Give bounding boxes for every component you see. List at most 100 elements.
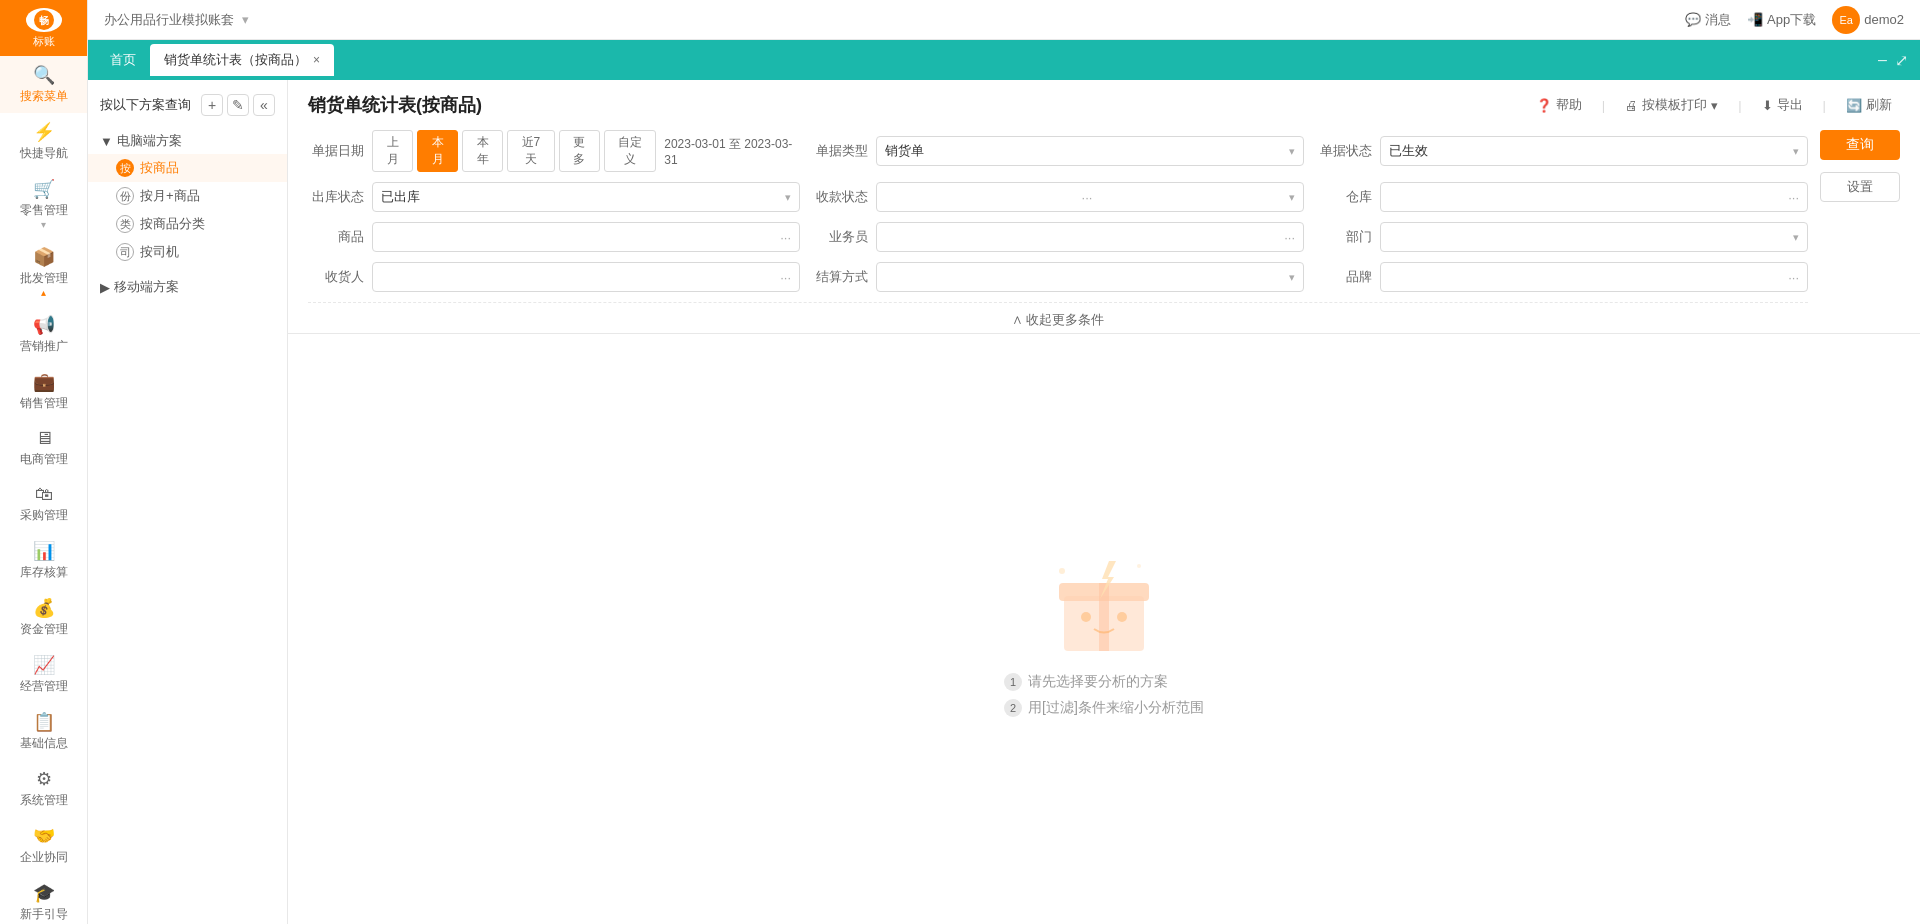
app-download-icon: 📲 [1747, 12, 1763, 27]
empty-tip-2: 2 用[过滤]条件来缩小分析范围 [1004, 699, 1204, 717]
filter-row-1: 单据日期 上月 本月 本年 近7天 更多 自定义 2023-03-01 至 20… [308, 130, 1808, 172]
scheme-item-by-month-product[interactable]: 份 按月+商品 [88, 182, 287, 210]
sidebar-item-quick-nav[interactable]: ⚡ 快捷导航 [0, 113, 87, 170]
page-title-row: 销货单统计表(按商品) ❓ 帮助 | 🖨 按模板打印 ▾ | [308, 92, 1900, 118]
template-print-btn[interactable]: 🖨 按模板打印 ▾ [1617, 92, 1726, 118]
receiver-control[interactable]: ··· [372, 262, 800, 292]
tab-close-icon[interactable]: × [313, 53, 320, 67]
sidebar-item-inventory[interactable]: 📊 库存核算 [0, 532, 87, 589]
divider3: | [1823, 98, 1826, 113]
ecommerce-icon: 🖥 [35, 428, 53, 449]
sidebar-item-wholesale[interactable]: 📦 批发管理 ▴ [0, 238, 87, 306]
basic-icon: 📋 [33, 711, 55, 733]
collapse-scheme-btn[interactable]: « [253, 94, 275, 116]
date-btn-this-year[interactable]: 本年 [462, 130, 503, 172]
inventory-icon: 📊 [33, 540, 55, 562]
out-status-control[interactable]: 已出库 ▾ [372, 182, 800, 212]
doc-status-control[interactable]: 已生效 ▾ [1380, 136, 1808, 166]
header-left: 办公用品行业模拟账套 ▾ [104, 11, 249, 29]
warehouse-label: 仓库 [1316, 188, 1372, 206]
warehouse-dots[interactable]: ··· [1788, 190, 1799, 205]
filter-warehouse: 仓库 ··· [1316, 182, 1808, 212]
tab-active[interactable]: 销货单统计表（按商品） × [150, 44, 334, 76]
tab-home[interactable]: 首页 [96, 44, 150, 76]
quick-nav-icon: ⚡ [33, 121, 55, 143]
sidebar-item-sales[interactable]: 💼 销售管理 [0, 363, 87, 420]
filter-area: 单据日期 上月 本月 本年 近7天 更多 自定义 2023-03-01 至 20… [308, 130, 1900, 333]
date-btn-7days[interactable]: 近7天 [507, 130, 554, 172]
date-btn-last-month[interactable]: 上月 [372, 130, 413, 172]
query-btn[interactable]: 查询 [1820, 130, 1900, 160]
scheme-item-by-cashier[interactable]: 司 按司机 [88, 238, 287, 266]
settings-btn[interactable]: 设置 [1820, 172, 1900, 202]
maximize-btn[interactable]: ⤢ [1895, 51, 1908, 70]
collect-status-dots[interactable]: ··· [1082, 190, 1093, 205]
collect-status-control[interactable]: ··· ▾ [876, 182, 1304, 212]
salesperson-control[interactable]: ··· [876, 222, 1304, 252]
dept-arrow: ▾ [1793, 231, 1799, 244]
warehouse-control[interactable]: ··· [1380, 182, 1808, 212]
refresh-btn[interactable]: 🔄 刷新 [1838, 92, 1900, 118]
settlement-control[interactable]: ▾ [876, 262, 1304, 292]
search-icon: 🔍 [33, 64, 55, 86]
expand-mobile-icon: ▶ [100, 280, 110, 295]
svg-point-9 [1137, 564, 1141, 568]
operations-icon: 📈 [33, 654, 55, 676]
doc-type-control[interactable]: 销货单 ▾ [876, 136, 1304, 166]
add-scheme-btn[interactable]: + [201, 94, 223, 116]
brand-control[interactable]: ··· [1380, 262, 1808, 292]
sidebar-item-system[interactable]: ⚙ 系统管理 [0, 760, 87, 817]
app-download-btn[interactable]: 📲 App下载 [1747, 11, 1816, 29]
wholesale-icon: 📦 [33, 246, 55, 268]
logo-icon: 畅 [26, 8, 62, 32]
sidebar-item-purchase[interactable]: 🛍 采购管理 [0, 476, 87, 532]
sidebar-item-finance[interactable]: 💰 资金管理 [0, 589, 87, 646]
dropdown-icon[interactable]: ▾ [242, 12, 249, 27]
export-btn[interactable]: ⬇ 导出 [1754, 92, 1811, 118]
filter-settlement: 结算方式 ▾ [812, 262, 1304, 292]
minimize-btn[interactable]: – [1878, 51, 1887, 69]
desktop-group-header[interactable]: ▼ 电脑端方案 [88, 128, 287, 154]
sidebar-item-search[interactable]: 🔍 搜索菜单 [0, 56, 87, 113]
print-dropdown-icon: ▾ [1711, 98, 1718, 113]
sidebar-item-ecommerce[interactable]: 🖥 电商管理 [0, 420, 87, 476]
doc-status-label: 单据状态 [1316, 142, 1372, 160]
desktop-scheme-group: ▼ 电脑端方案 按 按商品 份 按月+商品 类 按商品分类 司 按司机 [88, 124, 287, 270]
message-btn[interactable]: 💬 消息 [1685, 11, 1731, 29]
date-btn-custom[interactable]: 自定义 [604, 130, 657, 172]
sidebar-item-retail[interactable]: 🛒 零售管理 ▾ [0, 170, 87, 238]
home-label: 首页 [110, 51, 136, 69]
sidebar-item-basic[interactable]: 📋 基础信息 [0, 703, 87, 760]
date-btn-more[interactable]: 更多 [559, 130, 600, 172]
help-btn[interactable]: ❓ 帮助 [1528, 92, 1590, 118]
settlement-arrow: ▾ [1289, 271, 1295, 284]
edit-scheme-btn[interactable]: ✎ [227, 94, 249, 116]
page-actions: ❓ 帮助 | 🖨 按模板打印 ▾ | ⬇ 导出 [1528, 92, 1900, 118]
svg-rect-4 [1099, 583, 1109, 651]
collapse-filters-btn[interactable]: ∧ 收起更多条件 [1012, 311, 1105, 329]
user-menu[interactable]: Ea demo2 [1832, 6, 1904, 34]
purchase-icon: 🛍 [35, 484, 53, 505]
dept-control[interactable]: ▾ [1380, 222, 1808, 252]
receiver-dots[interactable]: ··· [780, 270, 791, 285]
scheme-item-by-category[interactable]: 类 按商品分类 [88, 210, 287, 238]
product-dots[interactable]: ··· [780, 230, 791, 245]
filter-product: 商品 ··· [308, 222, 800, 252]
product-control[interactable]: ··· [372, 222, 800, 252]
sidebar-item-operations[interactable]: 📈 经营管理 [0, 646, 87, 703]
scheme-panel: 按以下方案查询 + ✎ « ▼ 电脑端方案 按 按商品 份 按月+ [88, 80, 288, 924]
date-btn-this-month[interactable]: 本月 [417, 130, 458, 172]
salesperson-dots[interactable]: ··· [1284, 230, 1295, 245]
dept-label: 部门 [1316, 228, 1372, 246]
active-tab-label: 销货单统计表（按商品） [164, 51, 307, 69]
mobile-group-header[interactable]: ▶ 移动端方案 [88, 274, 287, 300]
brand-dots[interactable]: ··· [1788, 270, 1799, 285]
scheme-item-by-product[interactable]: 按 按商品 [88, 154, 287, 182]
enterprise-icon: 🤝 [33, 825, 55, 847]
by-month-product-icon: 份 [116, 187, 134, 205]
sidebar-item-enterprise[interactable]: 🤝 企业协同 [0, 817, 87, 874]
sidebar-item-marketing[interactable]: 📢 营销推广 [0, 306, 87, 363]
sidebar-item-newbie[interactable]: 🎓 新手引导 [0, 874, 87, 924]
empty-illustration [1044, 541, 1164, 661]
svg-point-6 [1117, 612, 1127, 622]
